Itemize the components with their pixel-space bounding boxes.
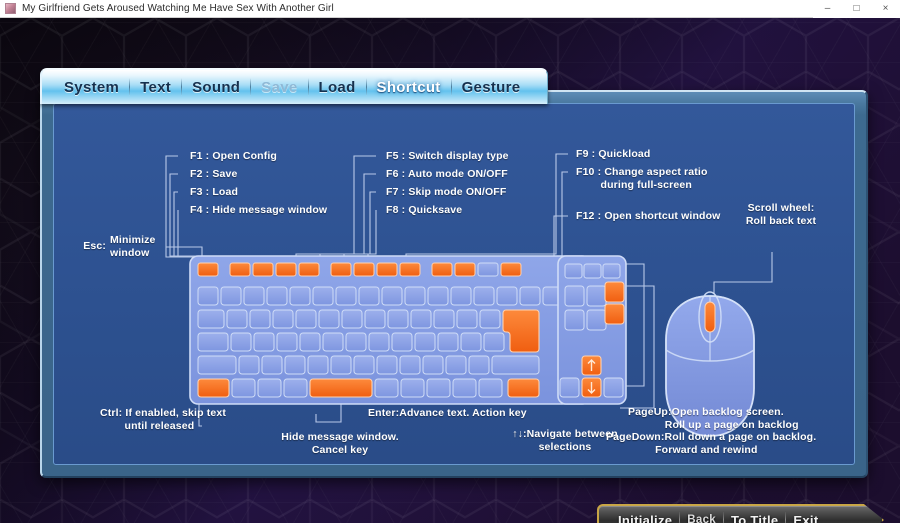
exit-button[interactable]: Exit [786,513,825,523]
keyboard-mouse-diagram: Esc: Minimize window F1 : Open Config F2… [54,104,854,464]
label-f5: F5 : Switch display type [386,150,509,162]
key-space [309,378,373,398]
to-title-button[interactable]: To Title [724,513,785,523]
label-page-down: PageDown:Roll down a page on backlog. Fo… [606,431,817,456]
tab-system[interactable]: System [54,79,129,96]
window-titlebar: My Girlfriend Gets Aroused Watching Me H… [0,0,900,18]
label-page-up: PageUp:Open backlog screen. Roll up a pa… [628,406,799,431]
mouse-scroll-wheel [704,301,716,333]
label-f9: F9 : Quickload [576,148,651,160]
label-f3: F3 : Load [190,186,239,198]
tab-gesture[interactable]: Gesture [452,79,531,96]
label-ctrl: Ctrl: If enabled, skip text until releas… [100,407,226,432]
back-button[interactable]: Back [680,514,723,523]
key-ctrl-right [507,378,540,398]
initialize-button[interactable]: Initialize [611,513,679,523]
minimize-button[interactable]: – [813,0,842,18]
window-title: My Girlfriend Gets Aroused Watching Me H… [22,3,334,14]
label-scroll-wheel: Scroll wheel: Roll back text [745,202,817,227]
keyboard-row-space [197,378,540,398]
game-stage: System Text Sound Save Load Shortcut Ges… [0,18,900,523]
label-esc-text: Minimize window [110,234,156,259]
panel-content: Esc: Minimize window F1 : Open Config F2… [53,103,855,465]
maximize-button[interactable]: □ [842,0,871,18]
tab-text[interactable]: Text [130,79,181,96]
key-page-down [604,303,625,325]
tab-sound[interactable]: Sound [182,79,250,96]
label-enter: Enter:Advance text. Action key [368,407,527,419]
label-f10: F10 : Change aspect ratio during full-sc… [576,166,708,191]
app-icon [5,3,16,14]
label-f6: F6 : Auto mode ON/OFF [386,168,508,180]
label-f7: F7 : Skip mode ON/OFF [386,186,507,198]
navigation-cluster [557,255,627,405]
label-f8: F8 : Quicksave [386,204,463,216]
label-space: Hide message window. Cancel key [281,431,399,456]
key-page-up [604,281,625,303]
key-ctrl-left [197,378,230,398]
navbar-buttons: Initialize Back To Title Exit [597,504,884,523]
bottom-navbar: Initialize Back To Title Exit [597,504,884,523]
label-f1: F1 : Open Config [190,150,277,162]
keyboard-row-bottom-letters [197,355,540,375]
tab-load[interactable]: Load [309,79,366,96]
function-key-row [197,262,522,277]
close-button[interactable]: × [871,0,900,18]
window-controls: – □ × [813,0,900,18]
shortcut-settings-panel: Esc: Minimize window F1 : Open Config F2… [40,90,868,478]
keyboard-row-home [197,332,505,352]
label-esc-key: Esc: [83,240,106,252]
label-f4: F4 : Hide message window [190,204,328,216]
tab-save: Save [261,78,298,96]
label-f2: F2 : Save [190,168,238,180]
settings-tabbar: System Text Sound Save Load Shortcut Ges… [40,68,548,104]
label-f12: F12 : Open shortcut window [576,210,721,222]
tab-shortcut[interactable]: Shortcut [367,79,451,96]
